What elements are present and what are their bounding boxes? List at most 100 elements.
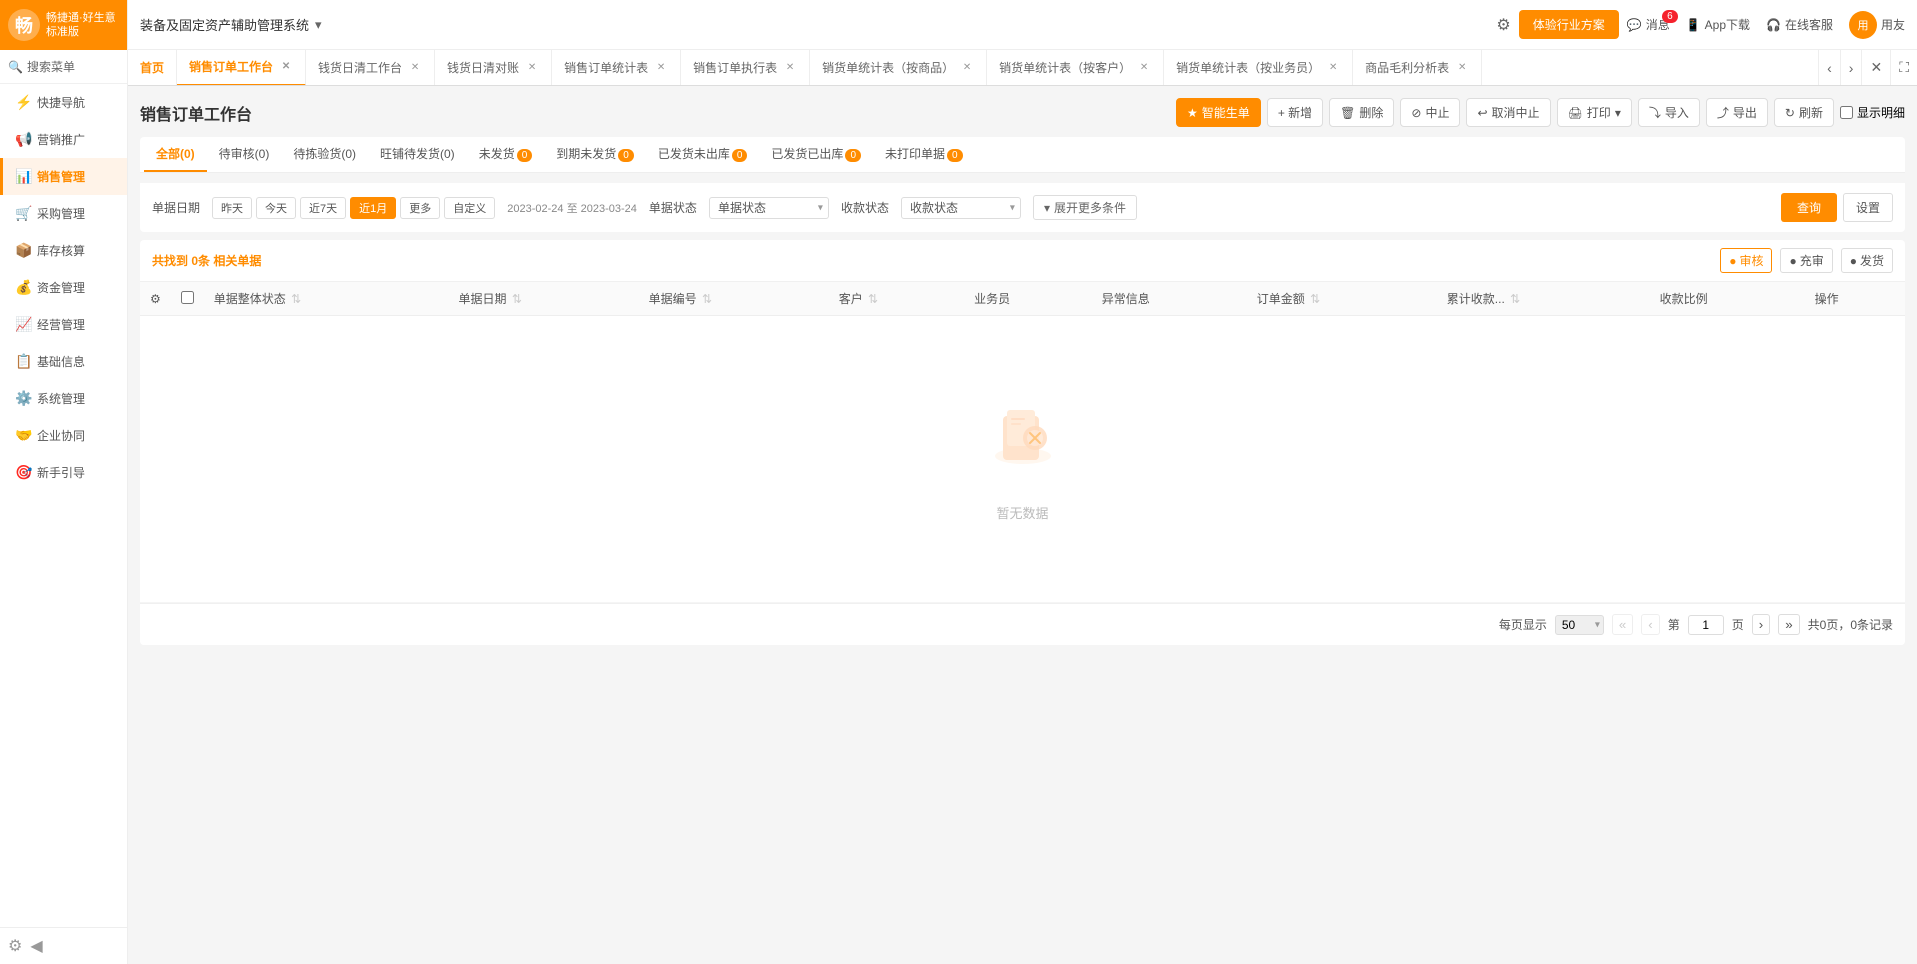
- app-title-dropdown[interactable]: ▾: [315, 17, 322, 33]
- tab-close-sales-stats[interactable]: ✕: [654, 61, 668, 75]
- solution-button[interactable]: 体验行业方案: [1519, 10, 1619, 39]
- tab-close-customer[interactable]: ✕: [1137, 61, 1151, 75]
- sort-collected-icon[interactable]: ⇅: [1510, 292, 1520, 306]
- sort-number-icon[interactable]: ⇅: [702, 292, 712, 306]
- sidebar-search[interactable]: 🔍 搜索菜单: [0, 50, 127, 84]
- page-size-select[interactable]: 50 10 20 100: [1555, 615, 1604, 635]
- unaudit-button[interactable]: ● 充审: [1780, 248, 1832, 273]
- tab-scroll-right[interactable]: ›: [1840, 50, 1862, 86]
- date-btn-7days[interactable]: 近7天: [300, 197, 346, 219]
- col-collected[interactable]: 累计收款... ⇅: [1437, 282, 1650, 316]
- print-button[interactable]: 🖨 打印 ▾: [1557, 98, 1632, 127]
- sidebar-item-inventory[interactable]: 📦 库存核算: [0, 232, 127, 269]
- sidebar-item-purchase[interactable]: 🛒 采购管理: [0, 195, 127, 232]
- ship-button[interactable]: ● 发货: [1841, 248, 1893, 273]
- sort-date-icon[interactable]: ⇅: [512, 292, 522, 306]
- tab-scroll-left[interactable]: ‹: [1818, 50, 1840, 86]
- suspend-button[interactable]: ⊘ 中止: [1400, 98, 1460, 127]
- sidebar-item-marketing[interactable]: 📢 营销推广: [0, 121, 127, 158]
- subtab-unprinted[interactable]: 未打印单据0: [873, 137, 975, 172]
- last-page-button[interactable]: »: [1778, 614, 1799, 635]
- export-button[interactable]: ⤴ 导出: [1706, 98, 1768, 127]
- sidebar-item-finance[interactable]: 💰 资金管理: [0, 269, 127, 306]
- tab-close-cash-reconcile[interactable]: ✕: [525, 61, 539, 75]
- tab-close-all[interactable]: ✕: [1861, 50, 1890, 86]
- page-input[interactable]: [1688, 615, 1724, 635]
- settings-bottom-icon[interactable]: ⚙: [8, 936, 22, 956]
- tab-close-sales-exec[interactable]: ✕: [783, 61, 797, 75]
- tab-cash-reconcile[interactable]: 钱货日清对账 ✕: [435, 50, 552, 86]
- col-status[interactable]: 单据整体状态 ⇅: [204, 282, 449, 316]
- tab-fullscreen[interactable]: ⛶: [1890, 50, 1917, 86]
- col-amount[interactable]: 订单金额 ⇅: [1247, 282, 1437, 316]
- date-btn-custom[interactable]: 自定义: [444, 197, 495, 219]
- tab-close-product[interactable]: ✕: [960, 61, 974, 75]
- tab-sales-stats[interactable]: 销售订单统计表 ✕: [552, 50, 681, 86]
- sidebar-item-operations[interactable]: 📈 经营管理: [0, 306, 127, 343]
- show-detail-checkbox[interactable]: [1840, 106, 1853, 119]
- marketing-icon: 📢: [15, 131, 31, 148]
- first-page-button[interactable]: «: [1612, 614, 1633, 635]
- tab-sales-summary-product[interactable]: 销货单统计表（按商品） ✕: [810, 50, 987, 86]
- delete-button[interactable]: 🗑 删除: [1329, 98, 1394, 127]
- date-btn-more[interactable]: 更多: [400, 197, 440, 219]
- sort-status-icon[interactable]: ⇅: [291, 292, 301, 306]
- col-number[interactable]: 单据编号 ⇅: [639, 282, 829, 316]
- import-button[interactable]: ⤵ 导入: [1638, 98, 1700, 127]
- date-btn-1month[interactable]: 近1月: [350, 197, 396, 219]
- sort-customer-icon[interactable]: ⇅: [868, 292, 878, 306]
- sidebar-item-basicinfo[interactable]: 📋 基础信息: [0, 343, 127, 380]
- sidebar-item-guide[interactable]: 🎯 新手引导: [0, 454, 127, 491]
- subtab-expired[interactable]: 到期未发货0: [544, 137, 646, 172]
- sidebar-item-system[interactable]: ⚙️ 系统管理: [0, 380, 127, 417]
- filter-expand-button[interactable]: ▾ 展开更多条件: [1033, 195, 1137, 220]
- refresh-button[interactable]: ↻ 刷新: [1774, 98, 1834, 127]
- tab-cash-daily[interactable]: 钱货日清工作台 ✕: [306, 50, 435, 86]
- sort-amount-icon[interactable]: ⇅: [1310, 292, 1320, 306]
- status-select[interactable]: 单据状态: [709, 197, 829, 219]
- tab-close-sales-workbench[interactable]: ✕: [279, 60, 293, 74]
- tab-sales-summary-staff[interactable]: 销货单统计表（按业务员） ✕: [1164, 50, 1353, 86]
- prev-page-button[interactable]: ‹: [1641, 614, 1659, 635]
- subtab-shipped-out[interactable]: 已发货已出库0: [759, 137, 873, 172]
- subtab-all[interactable]: 全部(0): [144, 137, 207, 172]
- user-item[interactable]: 用 用友: [1849, 11, 1905, 39]
- sidebar-item-sales[interactable]: 📊 销售管理: [0, 158, 127, 195]
- payment-select[interactable]: 收款状态: [901, 197, 1021, 219]
- subtab-unshipped[interactable]: 未发货0: [467, 137, 545, 172]
- subtab-wangpu[interactable]: 旺铺待发货(0): [368, 137, 467, 172]
- select-all-checkbox[interactable]: [181, 291, 194, 304]
- subtab-shipped-not-out[interactable]: 已发货未出库0: [646, 137, 760, 172]
- filter-settings-button[interactable]: 设置: [1843, 193, 1893, 222]
- col-settings[interactable]: ⚙: [140, 282, 171, 316]
- collapse-icon[interactable]: ◀: [30, 936, 42, 956]
- show-detail-label[interactable]: 显示明细: [1840, 104, 1905, 121]
- app-download-item[interactable]: 📱 App下载: [1686, 16, 1750, 33]
- tab-sales-workbench[interactable]: 销售订单工作台 ✕: [177, 50, 306, 86]
- tab-sales-summary-customer[interactable]: 销货单统计表（按客户） ✕: [987, 50, 1164, 86]
- cancel-suspend-button[interactable]: ↩ 取消中止: [1466, 98, 1550, 127]
- tab-home[interactable]: 首页: [128, 50, 177, 86]
- topbar-settings-icon[interactable]: ⚙: [1496, 15, 1510, 35]
- date-btn-today[interactable]: 今天: [256, 197, 296, 219]
- message-item[interactable]: 💬 消息 6: [1627, 16, 1670, 33]
- subtab-pending[interactable]: 待审核(0): [207, 137, 282, 172]
- tab-close-profit[interactable]: ✕: [1455, 61, 1469, 75]
- sidebar-item-cooperation[interactable]: 🤝 企业协同: [0, 417, 127, 454]
- add-button[interactable]: + 新增: [1267, 98, 1323, 127]
- audit-button[interactable]: ● 审核: [1720, 248, 1772, 273]
- date-btn-yesterday[interactable]: 昨天: [212, 197, 252, 219]
- smart-create-button[interactable]: ★ 智能生单: [1176, 98, 1261, 127]
- subtab-inspect[interactable]: 待拣验货(0): [281, 137, 368, 172]
- empty-state: 暂无数据: [140, 316, 1905, 602]
- col-customer[interactable]: 客户 ⇅: [829, 282, 964, 316]
- col-date[interactable]: 单据日期 ⇅: [449, 282, 639, 316]
- next-page-button[interactable]: ›: [1752, 614, 1770, 635]
- tab-close-staff[interactable]: ✕: [1326, 61, 1340, 75]
- tab-close-cash-daily[interactable]: ✕: [408, 61, 422, 75]
- online-service-item[interactable]: 🎧 在线客服: [1766, 16, 1833, 33]
- tab-profit-analysis[interactable]: 商品毛利分析表 ✕: [1353, 50, 1482, 86]
- tab-sales-exec[interactable]: 销售订单执行表 ✕: [681, 50, 810, 86]
- sidebar-item-quicknav[interactable]: ⚡ 快捷导航: [0, 84, 127, 121]
- query-button[interactable]: 查询: [1781, 193, 1837, 222]
